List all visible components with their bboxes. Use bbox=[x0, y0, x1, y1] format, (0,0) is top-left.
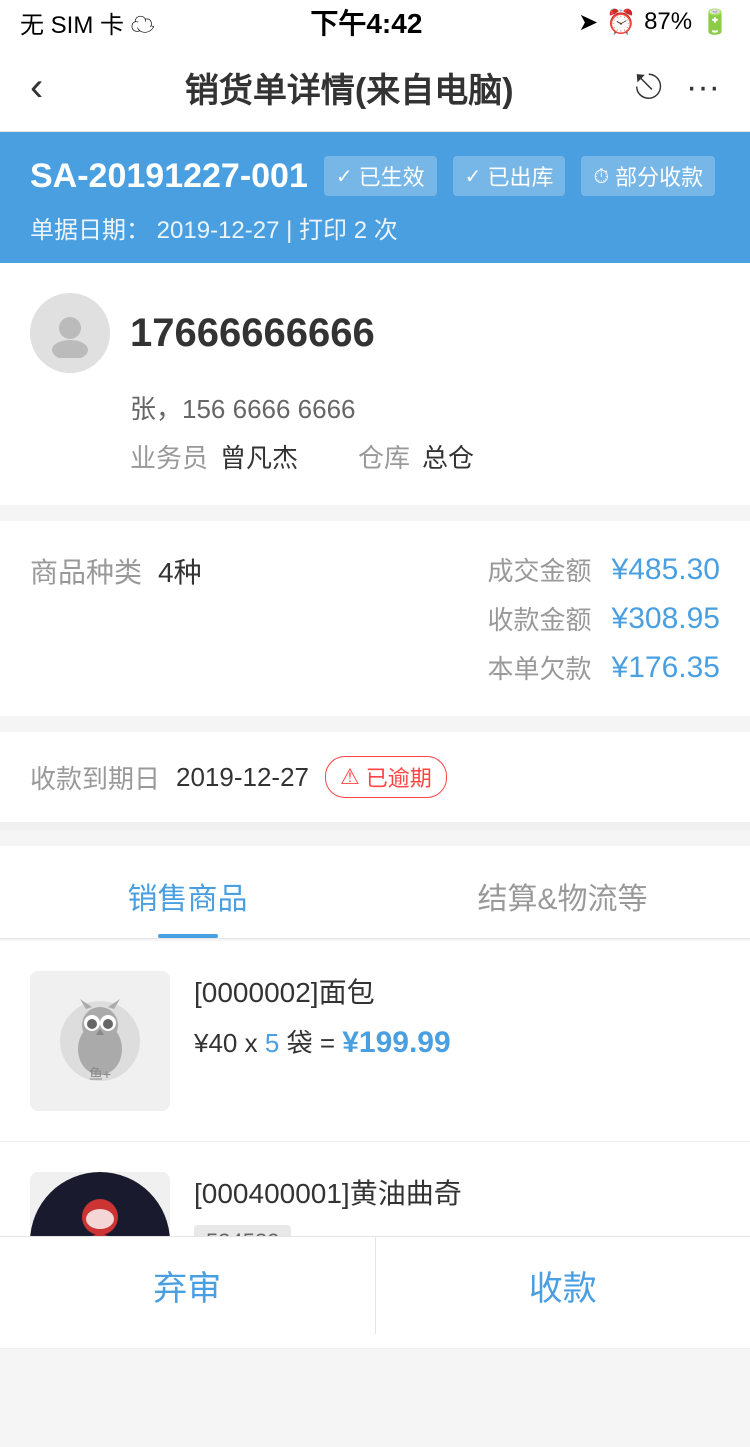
share-button[interactable]: ⎋ bbox=[635, 68, 662, 107]
customer-contact: 张，156 6666 6666 bbox=[30, 389, 720, 426]
check-icon bbox=[336, 163, 353, 189]
status-badge-active: 已生效 bbox=[324, 156, 437, 196]
avatar bbox=[30, 293, 110, 373]
status-left: 无 SIM 卡 ☁ bbox=[20, 5, 155, 40]
cancel-button[interactable]: 弃审 bbox=[0, 1237, 376, 1334]
product-total-1: ¥199.99 bbox=[342, 1026, 450, 1059]
list-item: 鱼+ [0000002]面包 ¥40 x 5 袋 = ¥199.99 bbox=[0, 941, 750, 1142]
stats-section: 商品种类 4种 成交金额 ¥485.30 收款金额 ¥308.95 本单欠款 ¥… bbox=[0, 521, 750, 716]
order-date-row: 单据日期： 2019-12-27 | 打印 2 次 bbox=[30, 210, 720, 245]
warehouse-label: 仓库 bbox=[358, 438, 410, 475]
battery-level: 87% bbox=[644, 8, 692, 36]
category-stats: 商品种类 4种 bbox=[30, 551, 202, 591]
sim-status: 无 SIM 卡 ☁ bbox=[20, 5, 155, 40]
product-price-1: ¥40 x 5 袋 = ¥199.99 bbox=[194, 1023, 720, 1060]
product-qty-1: 5 bbox=[265, 1028, 279, 1058]
status-right: ➤ ⏰ 87% 🔋 bbox=[578, 8, 730, 37]
category-label: 商品种类 bbox=[30, 551, 142, 591]
debt-value: ¥176.35 bbox=[612, 651, 720, 685]
customer-section: 17666666666 张，156 6666 6666 业务员 曾凡杰 仓库 总… bbox=[0, 263, 750, 505]
tab-sales-products[interactable]: 销售商品 bbox=[0, 846, 375, 938]
sales-person: 业务员 曾凡杰 bbox=[130, 438, 298, 475]
confirm-button[interactable]: 收款 bbox=[376, 1237, 750, 1334]
alarm-icon: ⏰ bbox=[606, 8, 636, 37]
bottom-bar: 弃审 收款 bbox=[0, 1236, 750, 1334]
product-name-1: [0000002]面包 bbox=[194, 971, 720, 1011]
stats-row: 商品种类 4种 成交金额 ¥485.30 收款金额 ¥308.95 本单欠款 ¥… bbox=[30, 551, 720, 686]
amount-value: ¥485.30 bbox=[612, 553, 720, 587]
product-info-1: [0000002]面包 ¥40 x 5 袋 = ¥199.99 bbox=[194, 971, 720, 1111]
debt-amount-row: 本单欠款 ¥176.35 bbox=[488, 649, 720, 686]
status-badge-partial: 部分收款 bbox=[581, 156, 715, 196]
received-amount-row: 收款金额 ¥308.95 bbox=[488, 600, 720, 637]
header-top-row: SA-20191227-001 已生效 已出库 部分收款 bbox=[30, 156, 720, 196]
tab-settlement[interactable]: 结算&物流等 bbox=[375, 846, 750, 938]
product-name-2: [000400001]黄油曲奇 bbox=[194, 1172, 720, 1212]
status-bar: 无 SIM 卡 ☁ 下午4:42 ➤ ⏰ 87% 🔋 bbox=[0, 0, 750, 44]
debt-label: 本单欠款 bbox=[488, 649, 592, 686]
battery-icon: 🔋 bbox=[700, 8, 730, 37]
back-button[interactable]: ‹ bbox=[30, 65, 43, 110]
due-section: 收款到期日 2019-12-27 ⚠ 已逾期 bbox=[0, 732, 750, 830]
amount-stats: 成交金额 ¥485.30 收款金额 ¥308.95 本单欠款 ¥176.35 bbox=[488, 551, 720, 686]
sales-name: 曾凡杰 bbox=[220, 438, 298, 475]
warehouse: 仓库 总仓 bbox=[358, 438, 474, 475]
warning-icon: ⚠ bbox=[340, 764, 360, 790]
warehouse-name: 总仓 bbox=[422, 438, 474, 475]
status-time: 下午4:42 bbox=[310, 2, 422, 42]
product-image-1: 鱼+ bbox=[30, 971, 170, 1111]
more-button[interactable]: ··· bbox=[686, 68, 720, 107]
amount-label: 成交金额 bbox=[488, 551, 592, 588]
nav-actions: ⎋ ··· bbox=[635, 68, 720, 107]
svg-text:鱼+: 鱼+ bbox=[89, 1066, 111, 1082]
received-label: 收款金额 bbox=[488, 600, 592, 637]
total-amount-row: 成交金额 ¥485.30 bbox=[488, 551, 720, 588]
customer-meta: 业务员 曾凡杰 仓库 总仓 bbox=[30, 438, 720, 475]
sales-label: 业务员 bbox=[130, 438, 208, 475]
received-value: ¥308.95 bbox=[612, 602, 720, 636]
clock-icon bbox=[593, 163, 609, 189]
location-icon: ➤ bbox=[578, 8, 598, 37]
nav-bar: ‹ 销货单详情(来自电脑) ⎋ ··· bbox=[0, 44, 750, 132]
overdue-badge: ⚠ 已逾期 bbox=[325, 756, 447, 798]
order-id: SA-20191227-001 bbox=[30, 157, 308, 196]
customer-phone: 17666666666 bbox=[130, 311, 375, 356]
category-count: 4种 bbox=[158, 551, 202, 591]
page-title: 销货单详情(来自电脑) bbox=[63, 63, 635, 112]
tabs-container: 销售商品 结算&物流等 bbox=[0, 846, 750, 939]
check-icon-2 bbox=[465, 163, 482, 189]
status-badge-shipped: 已出库 bbox=[453, 156, 566, 196]
due-date: 2019-12-27 bbox=[176, 762, 309, 793]
header-banner: SA-20191227-001 已生效 已出库 部分收款 单据日期： 2019-… bbox=[0, 132, 750, 263]
due-label: 收款到期日 bbox=[30, 759, 160, 796]
customer-name-row: 17666666666 bbox=[30, 293, 720, 373]
